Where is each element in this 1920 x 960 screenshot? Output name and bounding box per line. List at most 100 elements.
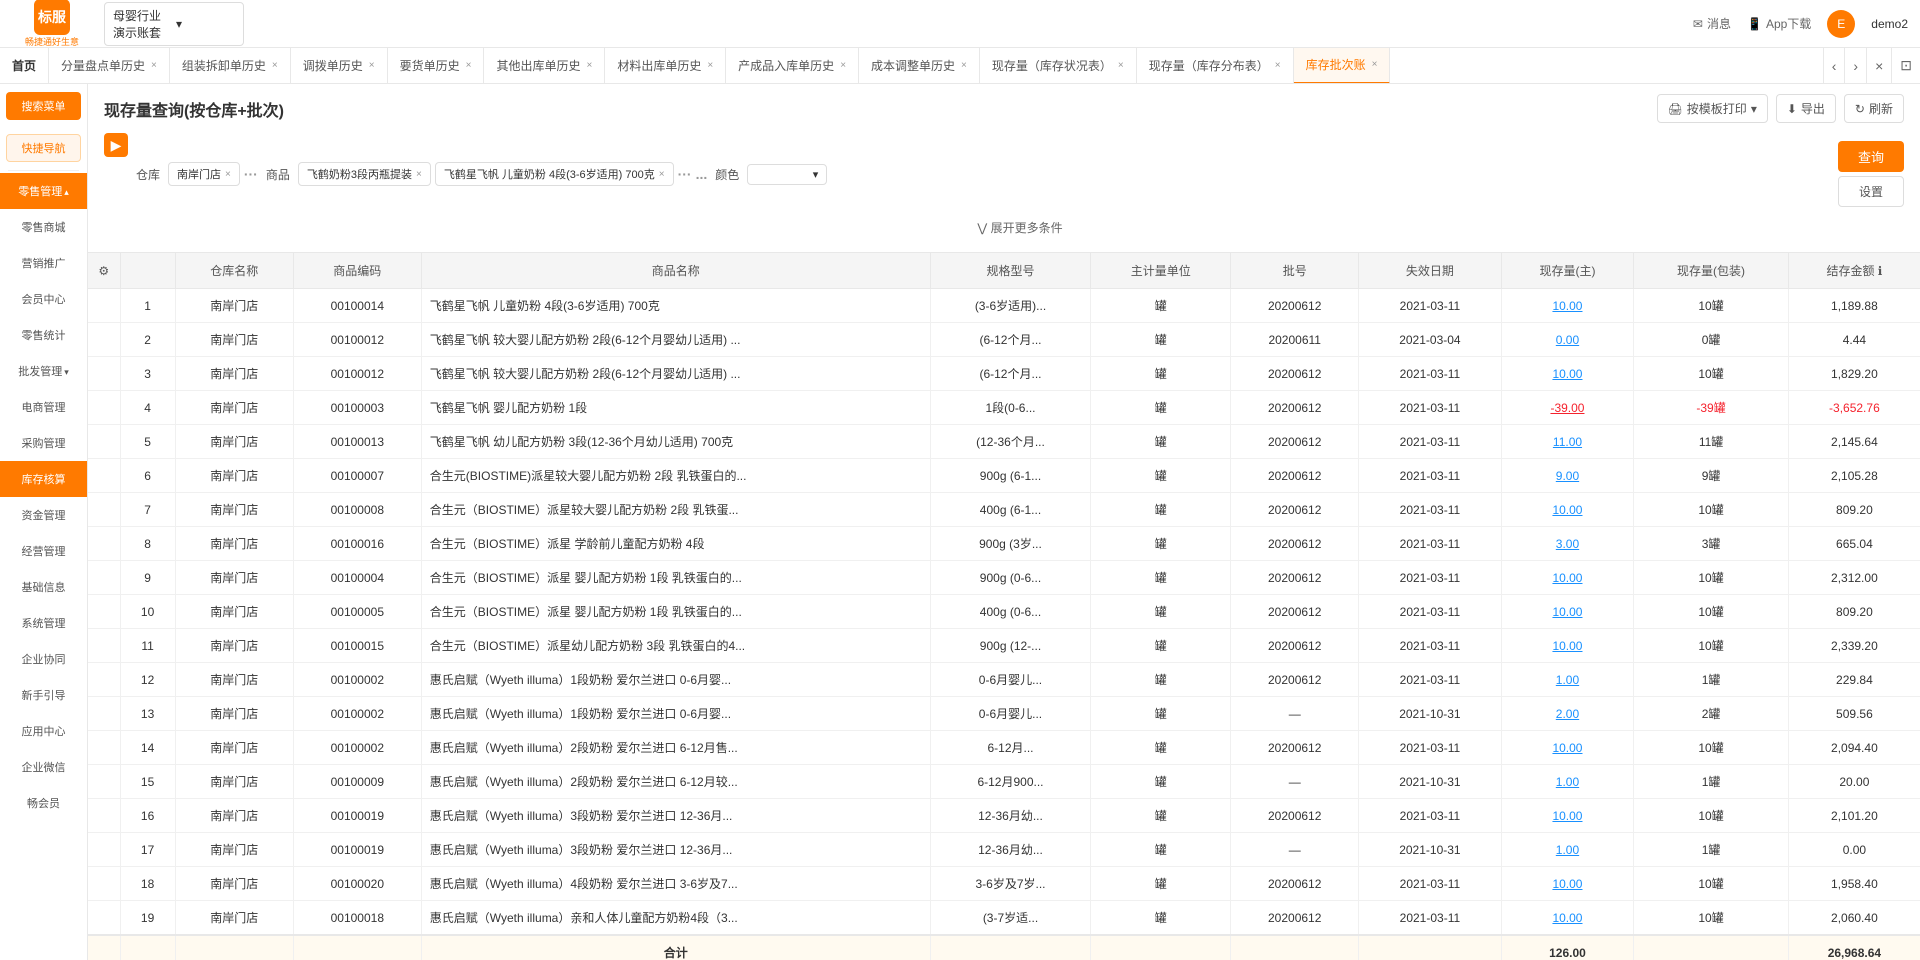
sidebar-item-purchase[interactable]: 采购管理 [0, 425, 87, 461]
template-print-btn[interactable]: 🖨 按模板打印 ▾ [1657, 94, 1768, 123]
sidebar-item-wholesale[interactable]: 批发管理▾ [0, 353, 87, 389]
td-qty-main-12[interactable]: 2.00 [1501, 697, 1634, 731]
tab-close-2[interactable]: × [272, 60, 278, 71]
refresh-btn[interactable]: ↻ 刷新 [1844, 94, 1904, 123]
td-qty-main-2[interactable]: 10.00 [1501, 357, 1634, 391]
td-qty-main-0[interactable]: 10.00 [1501, 289, 1634, 323]
sidebar-item-inventory[interactable]: 库存核算 [0, 461, 87, 497]
tab-8[interactable]: 成本调整单历史 × [859, 48, 980, 84]
quick-nav-btn[interactable]: 快捷导航 [6, 134, 81, 162]
product-more-btn2[interactable]: ... [696, 166, 708, 182]
sidebar-item-system[interactable]: 系统管理 [0, 605, 87, 641]
tab-close-1[interactable]: × [151, 60, 157, 71]
sidebar-item-retail-shop[interactable]: 零售商城 [0, 209, 87, 245]
tab-11[interactable]: 库存批次账 × [1294, 48, 1391, 84]
product-tag-0[interactable]: 飞鹤奶粉3段丙瓶提装 × [298, 162, 431, 186]
tab-next-btn[interactable]: › [1844, 48, 1866, 84]
td-settings-3 [88, 391, 120, 425]
tab-3[interactable]: 调拨单历史 × [291, 48, 388, 84]
warehouse-selector[interactable]: 母婴行业演示账套 ▾ [104, 2, 244, 46]
td-qty-main-9[interactable]: 10.00 [1501, 595, 1634, 629]
tab-close-9[interactable]: × [1118, 60, 1124, 71]
tab-close-4[interactable]: × [466, 60, 472, 71]
td-qty-main-13[interactable]: 10.00 [1501, 731, 1634, 765]
td-qty-main-4[interactable]: 11.00 [1501, 425, 1634, 459]
tab-prev-btn[interactable]: ‹ [1823, 48, 1845, 84]
tab-close-8[interactable]: × [961, 60, 967, 71]
sidebar-item-changhui[interactable]: 畅会员 [0, 785, 87, 821]
tab-close-all-btn[interactable]: × [1866, 48, 1891, 84]
td-qty-main-6[interactable]: 10.00 [1501, 493, 1634, 527]
product-tag-close-0[interactable]: × [416, 169, 422, 180]
td-unit-0: 罐 [1091, 289, 1231, 323]
tab-1[interactable]: 分量盘点单历史 × [49, 48, 170, 84]
sidebar-item-retail-mgmt[interactable]: 零售管理▴ [0, 173, 87, 209]
tab-4[interactable]: 要货单历史 × [388, 48, 485, 84]
table-row: 17 南岸门店 00100019 惠氏启赋（Wyeth illuma）3段奶粉 … [88, 833, 1920, 867]
product-tag-close-1[interactable]: × [659, 169, 665, 180]
warehouse-tag-close-0[interactable]: × [225, 169, 231, 180]
td-qty-main-16[interactable]: 1.00 [1501, 833, 1634, 867]
app-download-btn[interactable]: 📱 App下载 [1747, 15, 1811, 32]
tab-10[interactable]: 现存量（库存分布表） × [1137, 48, 1294, 84]
tab-6[interactable]: 材料出库单历史 × [605, 48, 726, 84]
sidebar-item-app-center[interactable]: 应用中心 [0, 713, 87, 749]
td-qty-main-14[interactable]: 1.00 [1501, 765, 1634, 799]
product-more-btn[interactable]: ··· [678, 166, 692, 182]
tab-maximize-btn[interactable]: ⊡ [1891, 48, 1920, 84]
tab-close-3[interactable]: × [369, 60, 375, 71]
warehouse-more-btn[interactable]: ··· [244, 166, 258, 182]
td-qty-main-11[interactable]: 1.00 [1501, 663, 1634, 697]
tab-close-6[interactable]: × [707, 60, 713, 71]
tab-close-10[interactable]: × [1275, 60, 1281, 71]
color-select[interactable]: ▾ [747, 164, 827, 185]
sidebar-item-business-mgmt[interactable]: 经营管理 [0, 533, 87, 569]
td-qty-main-7[interactable]: 3.00 [1501, 527, 1634, 561]
tab-9[interactable]: 现存量（库存状况表） × [980, 48, 1137, 84]
sidebar-item-ecommerce[interactable]: 电商管理 [0, 389, 87, 425]
td-qty-main-1[interactable]: 0.00 [1501, 323, 1634, 357]
th-settings[interactable]: ⚙ [88, 253, 120, 289]
td-qty-main-17[interactable]: 10.00 [1501, 867, 1634, 901]
sidebar-item-basic-info[interactable]: 基础信息 [0, 569, 87, 605]
td-qty-main-10[interactable]: 10.00 [1501, 629, 1634, 663]
expand-conditions-btn[interactable]: ⋁ 展开更多条件 [977, 219, 1062, 236]
td-qty-main-5[interactable]: 9.00 [1501, 459, 1634, 493]
query-btn[interactable]: 查询 [1838, 141, 1904, 172]
tab-close-7[interactable]: × [840, 60, 846, 71]
sidebar-item-finance[interactable]: 资金管理 [0, 497, 87, 533]
search-menu-btn[interactable]: 搜索菜单 [6, 92, 81, 120]
tab-home[interactable]: 首页 [0, 48, 49, 84]
export-btn[interactable]: ⬇ 导出 [1776, 94, 1836, 123]
user-name[interactable]: demo2 [1871, 17, 1908, 31]
tab-close-11[interactable]: × [1372, 59, 1378, 70]
td-qty-main-8[interactable]: 10.00 [1501, 561, 1634, 595]
tab-close-5[interactable]: × [586, 60, 592, 71]
filter-collapse-btn[interactable]: ▶ [104, 133, 128, 157]
td-amount-2: 1,829.20 [1788, 357, 1920, 391]
tab-5[interactable]: 其他出库单历史 × [484, 48, 605, 84]
sidebar-item-new-guide[interactable]: 新手引导 [0, 677, 87, 713]
td-qty-pack-10: 10罐 [1634, 629, 1788, 663]
td-qty-main-15[interactable]: 10.00 [1501, 799, 1634, 833]
td-qty-main-18[interactable]: 10.00 [1501, 901, 1634, 936]
sidebar-item-retail-stats[interactable]: 零售统计 [0, 317, 87, 353]
sidebar-item-marketing[interactable]: 营销推广 [0, 245, 87, 281]
tab-7[interactable]: 产成品入库单历史 × [726, 48, 859, 84]
table-row: 2 南岸门店 00100012 飞鹤星飞帆 较大婴儿配方奶粉 2段(6-12个月… [88, 323, 1920, 357]
settings-btn[interactable]: 设置 [1838, 176, 1904, 207]
td-settings-4 [88, 425, 120, 459]
sidebar-item-enterprise[interactable]: 企业协同 [0, 641, 87, 677]
td-qty-main-3[interactable]: -39.00 [1501, 391, 1634, 425]
td-expire-0: 2021-03-11 [1359, 289, 1501, 323]
logo-text: 畅捷通好生意 [25, 35, 79, 48]
warehouse-tag-0[interactable]: 南岸门店 × [168, 162, 240, 186]
tab-2[interactable]: 组装拆卸单历史 × [170, 48, 291, 84]
td-warehouse-14: 南岸门店 [175, 765, 293, 799]
table-container[interactable]: ⚙ 仓库名称 商品编码 商品名称 规格型号 主计量单位 批号 失效日期 现存量(… [88, 253, 1920, 960]
message-btn[interactable]: ✉ 消息 [1693, 15, 1731, 32]
table-row: 4 南岸门店 00100003 飞鹤星飞帆 婴儿配方奶粉 1段 1段(0-6..… [88, 391, 1920, 425]
sidebar-item-wechat[interactable]: 企业微信 [0, 749, 87, 785]
product-tag-1[interactable]: 飞鹤星飞帆 儿童奶粉 4段(3-6岁适用) 700克 × [435, 162, 674, 186]
sidebar-item-member-center[interactable]: 会员中心 [0, 281, 87, 317]
